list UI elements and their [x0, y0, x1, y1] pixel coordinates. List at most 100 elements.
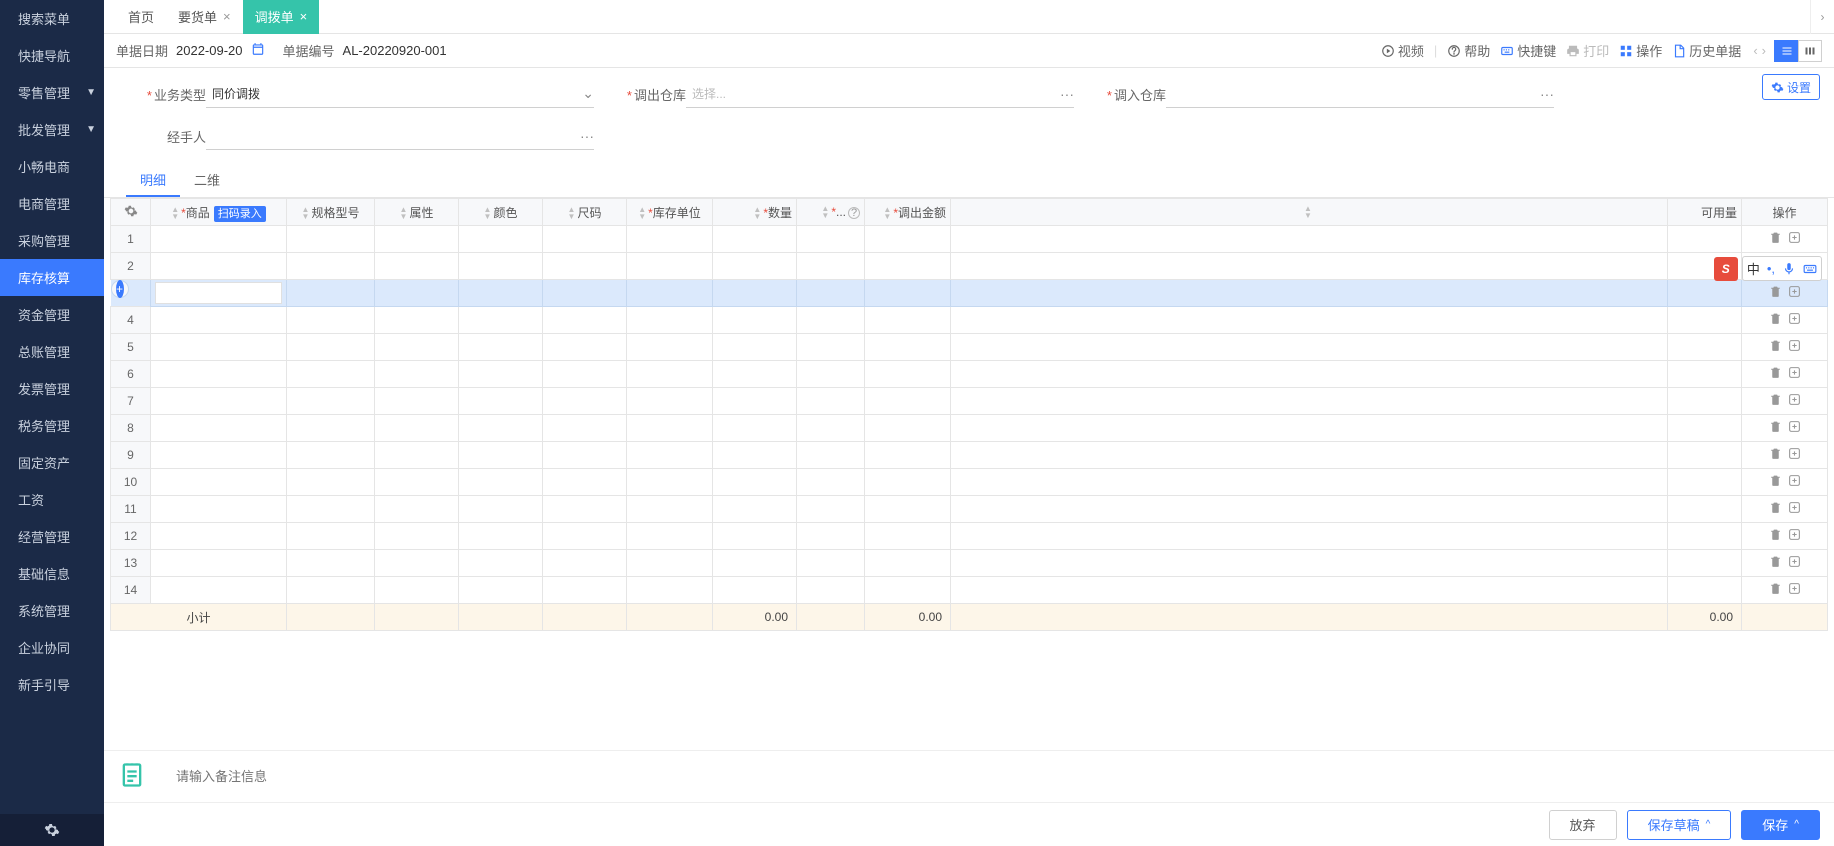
- col-price[interactable]: ▲▼*...?: [797, 199, 865, 226]
- sidebar-item-13[interactable]: 工资: [0, 481, 104, 518]
- calendar-icon[interactable]: [251, 42, 265, 59]
- table-row[interactable]: 4: [111, 307, 1828, 334]
- tabs-scroll-right[interactable]: ›: [1810, 0, 1834, 34]
- sidebar-item-16[interactable]: 系统管理: [0, 592, 104, 629]
- col-qty[interactable]: ▲▼*数量: [713, 199, 797, 226]
- in-warehouse-select[interactable]: ···: [1166, 80, 1554, 108]
- sidebar-item-2[interactable]: 零售管理▼: [0, 74, 104, 111]
- delete-icon[interactable]: [1769, 285, 1782, 298]
- sidebar-item-9[interactable]: 总账管理: [0, 333, 104, 370]
- view-list[interactable]: [1774, 40, 1798, 62]
- add-icon[interactable]: [1788, 528, 1801, 541]
- add-icon[interactable]: [1788, 555, 1801, 568]
- add-icon[interactable]: [1788, 501, 1801, 514]
- col-product[interactable]: ▲▼*商品扫码录入: [151, 199, 287, 226]
- delete-icon[interactable]: [1769, 582, 1782, 595]
- delete-icon[interactable]: [1769, 231, 1782, 244]
- product-input[interactable]: [155, 282, 282, 304]
- action-video[interactable]: 视频: [1381, 41, 1424, 60]
- add-icon[interactable]: [1788, 366, 1801, 379]
- sidebar-item-10[interactable]: 发票管理: [0, 370, 104, 407]
- sidebar-item-6[interactable]: 采购管理: [0, 222, 104, 259]
- add-icon[interactable]: [1788, 447, 1801, 460]
- sidebar-item-7[interactable]: 库存核算: [0, 259, 104, 296]
- add-icon[interactable]: [1788, 393, 1801, 406]
- add-icon[interactable]: [1788, 582, 1801, 595]
- tab-2[interactable]: 调拨单×: [243, 0, 320, 34]
- table-row[interactable]: 5: [111, 334, 1828, 361]
- delete-icon[interactable]: [1769, 420, 1782, 433]
- add-icon[interactable]: [1788, 339, 1801, 352]
- pager-prev[interactable]: ‹: [1753, 43, 1757, 58]
- delete-icon[interactable]: [1769, 474, 1782, 487]
- delete-icon[interactable]: [1769, 366, 1782, 379]
- table-row[interactable]: 13: [111, 550, 1828, 577]
- delete-icon[interactable]: [1769, 447, 1782, 460]
- subtab-two[interactable]: 二维: [180, 164, 234, 197]
- sidebar-item-11[interactable]: 税务管理: [0, 407, 104, 444]
- action-history[interactable]: 历史单据: [1672, 41, 1741, 60]
- sidebar-item-0[interactable]: 搜索菜单: [0, 0, 104, 37]
- table-row[interactable]: 11: [111, 496, 1828, 523]
- col-blank[interactable]: ▲▼: [951, 199, 1668, 226]
- sidebar-item-15[interactable]: 基础信息: [0, 555, 104, 592]
- subtab-detail[interactable]: 明细: [126, 164, 180, 197]
- col-spec[interactable]: ▲▼规格型号: [287, 199, 375, 226]
- sidebar-item-18[interactable]: 新手引导: [0, 666, 104, 703]
- table-row[interactable]: 12: [111, 523, 1828, 550]
- action-print[interactable]: 打印: [1566, 41, 1609, 60]
- table-row[interactable]: 14: [111, 577, 1828, 604]
- add-icon[interactable]: [1788, 420, 1801, 433]
- table-row[interactable]: 6: [111, 361, 1828, 388]
- out-warehouse-select[interactable]: 选择... ···: [686, 80, 1074, 108]
- sidebar-item-8[interactable]: 资金管理: [0, 296, 104, 333]
- delete-icon[interactable]: [1769, 555, 1782, 568]
- delete-icon[interactable]: [1769, 312, 1782, 325]
- col-settings[interactable]: [111, 199, 151, 226]
- close-icon[interactable]: ×: [300, 9, 308, 24]
- remarks-input[interactable]: [176, 769, 1820, 784]
- save-button[interactable]: 保存^: [1741, 810, 1820, 840]
- tab-1[interactable]: 要货单×: [166, 0, 243, 34]
- mic-icon[interactable]: [1782, 262, 1796, 276]
- pager-next[interactable]: ›: [1762, 43, 1766, 58]
- col-attr[interactable]: ▲▼属性: [375, 199, 459, 226]
- table-row[interactable]: +: [111, 280, 1828, 307]
- sidebar-item-14[interactable]: 经营管理: [0, 518, 104, 555]
- sidebar-item-3[interactable]: 批发管理▼: [0, 111, 104, 148]
- sidebar-settings[interactable]: [0, 814, 104, 846]
- action-help[interactable]: 帮助: [1447, 41, 1490, 60]
- settings-button[interactable]: 设置: [1762, 74, 1820, 100]
- col-color[interactable]: ▲▼颜色: [459, 199, 543, 226]
- action-operate[interactable]: 操作: [1619, 41, 1662, 60]
- delete-icon[interactable]: [1769, 501, 1782, 514]
- table-row[interactable]: 10: [111, 469, 1828, 496]
- table-row[interactable]: 7: [111, 388, 1828, 415]
- ime-widget[interactable]: S 中 •,: [1714, 256, 1822, 281]
- view-grid[interactable]: [1798, 40, 1822, 62]
- add-icon[interactable]: [1788, 285, 1801, 298]
- add-icon[interactable]: [1788, 312, 1801, 325]
- sidebar-item-5[interactable]: 电商管理: [0, 185, 104, 222]
- doc-date-value[interactable]: 2022-09-20: [176, 43, 243, 58]
- delete-icon[interactable]: [1769, 393, 1782, 406]
- table-row[interactable]: 9: [111, 442, 1828, 469]
- table-row[interactable]: 2: [111, 253, 1828, 280]
- biz-type-select[interactable]: 同价调拨 ⌄: [206, 80, 594, 108]
- col-available[interactable]: 可用量: [1668, 199, 1742, 226]
- table-row[interactable]: 1: [111, 226, 1828, 253]
- table-row[interactable]: 8: [111, 415, 1828, 442]
- sidebar-item-4[interactable]: 小畅电商: [0, 148, 104, 185]
- col-unit[interactable]: ▲▼*库存单位: [627, 199, 713, 226]
- sidebar-item-12[interactable]: 固定资产: [0, 444, 104, 481]
- tab-0[interactable]: 首页: [116, 0, 166, 34]
- handler-select[interactable]: ···: [206, 122, 594, 150]
- add-icon[interactable]: [1788, 231, 1801, 244]
- sidebar-item-1[interactable]: 快捷导航: [0, 37, 104, 74]
- sidebar-item-17[interactable]: 企业协同: [0, 629, 104, 666]
- scan-button[interactable]: 扫码录入: [214, 206, 266, 222]
- abandon-button[interactable]: 放弃: [1549, 810, 1617, 840]
- col-size[interactable]: ▲▼尺码: [543, 199, 627, 226]
- action-shortcut[interactable]: 快捷键: [1500, 41, 1556, 60]
- add-row-icon[interactable]: +: [116, 280, 124, 298]
